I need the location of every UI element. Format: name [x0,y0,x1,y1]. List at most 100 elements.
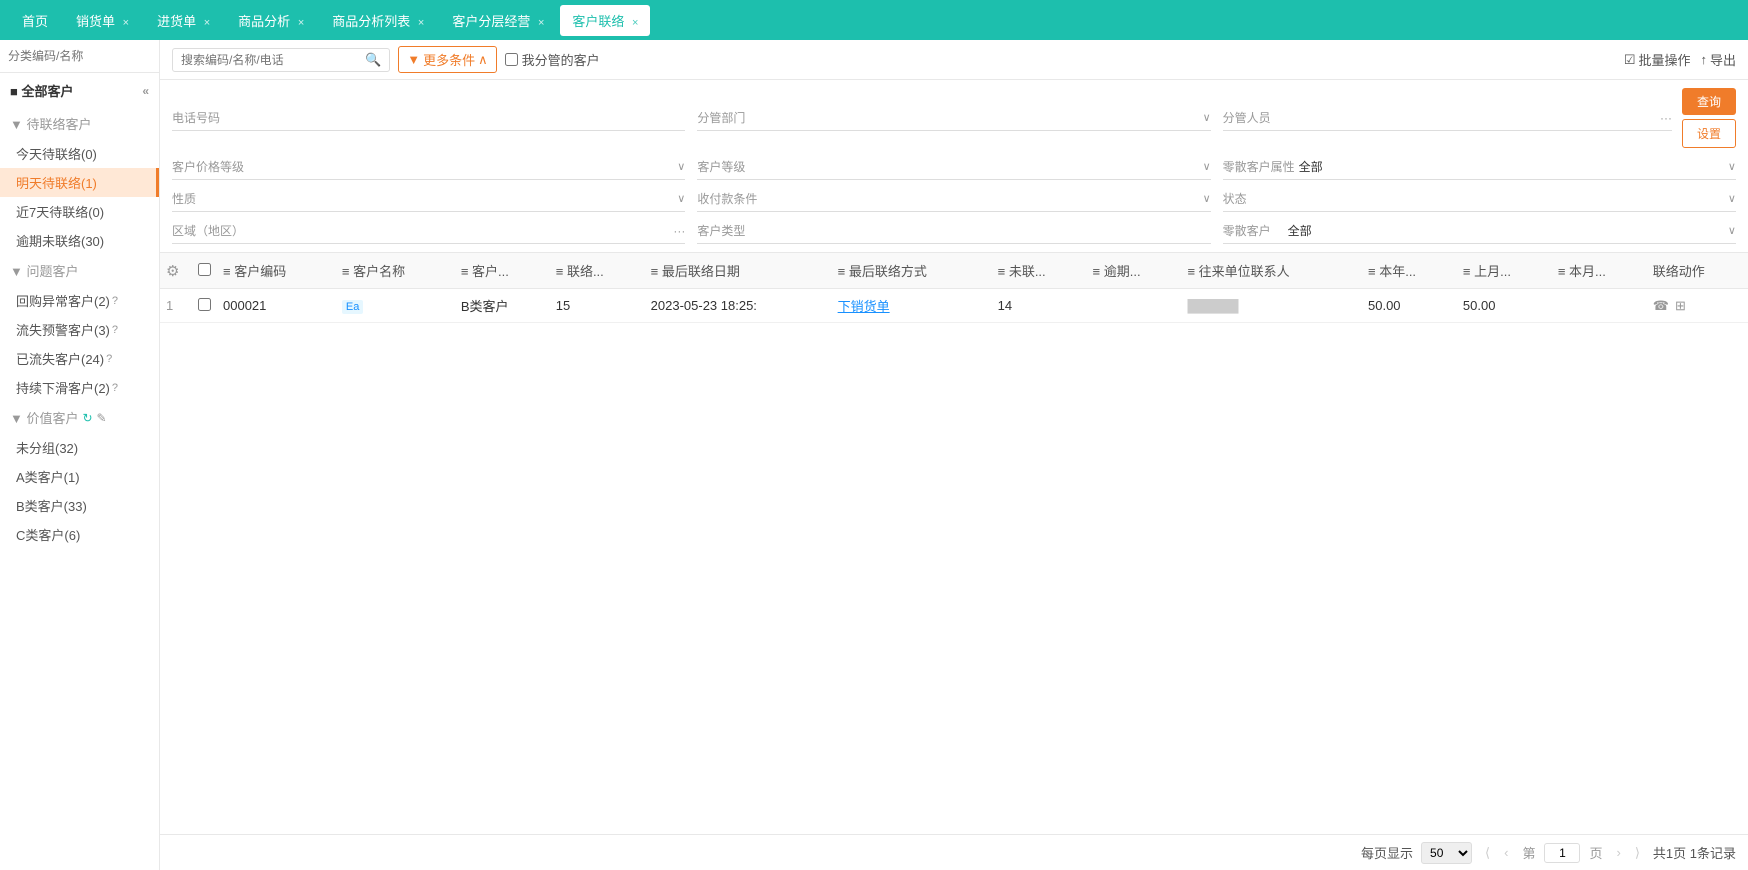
filter-retail-chevron-icon[interactable]: ∨ [1728,224,1736,237]
filter-manager-dots-icon[interactable]: ··· [1660,111,1672,125]
sidebar-item-7days[interactable]: 近7天待联络(0) [0,197,159,226]
close-tab-1-icon[interactable]: × [204,17,210,29]
col-last-month[interactable]: ≡ 上月... [1457,253,1552,289]
customer-name-tag[interactable]: Ea [342,300,363,314]
sidebar-item-ungrouped[interactable]: 未分组(32) [0,433,159,462]
col-contact-count[interactable]: ≡ 联络... [550,253,645,289]
sidebar-item-a-class[interactable]: A类客户(1) [0,462,159,491]
prev-page-btn[interactable]: ‹ [1499,843,1513,862]
col-last-date[interactable]: ≡ 最后联络日期 [645,253,832,289]
close-tab-3-icon[interactable]: × [418,17,424,29]
nav-tab-3[interactable]: 商品分析列表 × [320,5,436,36]
close-tab-0-icon[interactable]: × [123,17,129,29]
col-code[interactable]: ≡ 客户编码 [217,253,336,289]
filter-phone: 电话号码 [172,105,685,131]
value-customers-refresh-icon[interactable]: ↻ [82,411,92,425]
filter-status-chevron-icon[interactable]: ∨ [1728,192,1736,205]
next-page-btn[interactable]: › [1612,843,1626,862]
main-search-icon[interactable]: 🔍 [365,52,381,68]
column-settings-gear-icon[interactable]: ⚙ [166,263,179,280]
filter-nature-chevron-icon[interactable]: ∨ [677,192,685,205]
row-code: 000021 [217,289,336,323]
col-gear[interactable]: ⚙ [160,253,192,289]
customer-table: ⚙ ≡ 客户编码 ≡ 客户名称 ≡ 客户... [160,253,1748,323]
page-number-input[interactable] [1544,843,1580,863]
col-this-year[interactable]: ≡ 本年... [1362,253,1457,289]
col-unlinked[interactable]: ≡ 未联... [992,253,1087,289]
sidebar-item-lost[interactable]: 已流失客户(24) ? [0,344,159,373]
filter-customer-level-chevron-icon[interactable]: ∨ [1203,160,1211,173]
toolbar-right-actions: ☑ 批量操作 ↑ 导出 [1624,50,1736,69]
export-btn[interactable]: ↑ 导出 [1700,50,1736,69]
filter-customer-type: 客户类型 [697,218,1210,244]
row-contact-person: ██████ [1181,289,1362,323]
action-more-icon[interactable]: ⊞ [1675,298,1686,314]
filter-more-btn[interactable]: ▼ 更多条件 ∧ [398,46,496,73]
row-actions-cell: ☎ ⊞ [1647,289,1748,323]
my-customers-checkbox-label[interactable]: 我分管的客户 [505,50,600,69]
section-problem-customers[interactable]: ▼ 问题客户 [0,255,159,286]
value-customers-edit-icon[interactable]: ✎ [97,411,107,425]
sidebar-search-input[interactable] [8,49,160,63]
last-method-link[interactable]: 下销货单 [838,299,890,314]
sidebar-item-tomorrow[interactable]: 明天待联络(1) [0,168,159,197]
sidebar-item-c-class[interactable]: C类客户(6) [0,520,159,549]
section-value-customers[interactable]: ▼ 价值客户 ↻ ✎ [0,402,159,433]
filter-payment-chevron-icon[interactable]: ∨ [1203,192,1211,205]
nav-tab-5[interactable]: 客户联络 × [560,5,650,36]
nav-home[interactable]: 首页 [10,5,60,36]
filter-retail-attr-chevron-icon[interactable]: ∨ [1728,160,1736,173]
filter-price-level-label: 客户价格等级 [172,158,244,175]
last-page-btn[interactable]: ⟩ [1630,843,1645,863]
filter-status: 状态 ∨ [1223,186,1736,212]
col-select-all[interactable] [192,253,217,289]
sidebar-item-b-class[interactable]: B类客户(33) [0,491,159,520]
row-type: B类客户 [455,289,550,323]
filter-dept: 分管部门 ∨ [697,105,1210,131]
filter-panel: 电话号码 分管部门 ∨ 分管人员 ··· 查询 设置 [160,80,1748,253]
first-page-btn[interactable]: ⟨ [1480,843,1495,863]
section-pending-contact[interactable]: ▼ 待联络客户 [0,108,159,139]
row-select-checkbox[interactable] [198,298,211,311]
settings-button[interactable]: 设置 [1682,119,1736,148]
my-customers-checkbox[interactable] [505,53,518,66]
row-last-date: 2023-05-23 18:25: [645,289,832,323]
sidebar-item-today[interactable]: 今天待联络(0) [0,139,159,168]
filter-retail-attr-label: 零散客户属性 [1223,158,1295,175]
filter-region-dots-icon[interactable]: ··· [673,224,685,238]
close-tab-2-icon[interactable]: × [298,17,304,29]
col-contact-person[interactable]: ≡ 往来单位联系人 [1181,253,1362,289]
filter-region: 区域（地区） ··· [172,218,685,244]
nav-tab-2[interactable]: 商品分析 × [226,5,316,36]
col-name[interactable]: ≡ 客户名称 [336,253,455,289]
col-this-month[interactable]: ≡ 本月... [1552,253,1647,289]
sidebar-item-warning[interactable]: 流失预警客户(3) ? [0,315,159,344]
filter-retail: 零散客户 全部 ∨ [1223,218,1736,244]
table-body: 1 000021 Ea B类客户 15 2023-05-23 18:25: 下销… [160,289,1748,323]
sidebar-item-overdue[interactable]: 逾期未联络(30) [0,226,159,255]
action-phone-icon[interactable]: ☎ [1653,298,1669,314]
nav-tab-4[interactable]: 客户分层经营 × [440,5,556,36]
row-num: 1 [160,289,192,323]
col-overdue[interactable]: ≡ 逾期... [1087,253,1182,289]
col-type[interactable]: ≡ 客户... [455,253,550,289]
col-last-method[interactable]: ≡ 最后联络方式 [832,253,992,289]
filter-customer-level: 客户等级 ∨ [697,154,1210,180]
filter-dept-chevron-icon[interactable]: ∨ [1203,111,1211,124]
sidebar-collapse-icon[interactable]: « [142,84,149,98]
query-button[interactable]: 查询 [1682,88,1736,115]
close-tab-5-icon[interactable]: × [632,17,638,29]
filter-price-level-chevron-icon[interactable]: ∨ [677,160,685,173]
close-tab-4-icon[interactable]: × [538,17,544,29]
select-all-checkbox[interactable] [198,263,211,276]
nav-tab-1[interactable]: 进货单 × [145,5,222,36]
per-page-select[interactable]: 50 100 200 [1421,842,1472,864]
nav-tab-0[interactable]: 销货单 × [64,5,141,36]
batch-op-btn[interactable]: ☑ 批量操作 [1624,50,1691,69]
filter-retail-value: 全部 [1288,222,1728,239]
row-overdue [1087,289,1182,323]
sidebar-item-declining[interactable]: 持续下滑客户(2) ? [0,373,159,402]
sidebar-item-abnormal[interactable]: 回购异常客户(2) ? [0,286,159,315]
main-search-input[interactable] [181,53,361,67]
sidebar-all-customers[interactable]: ■ 全部客户 « [0,73,159,108]
